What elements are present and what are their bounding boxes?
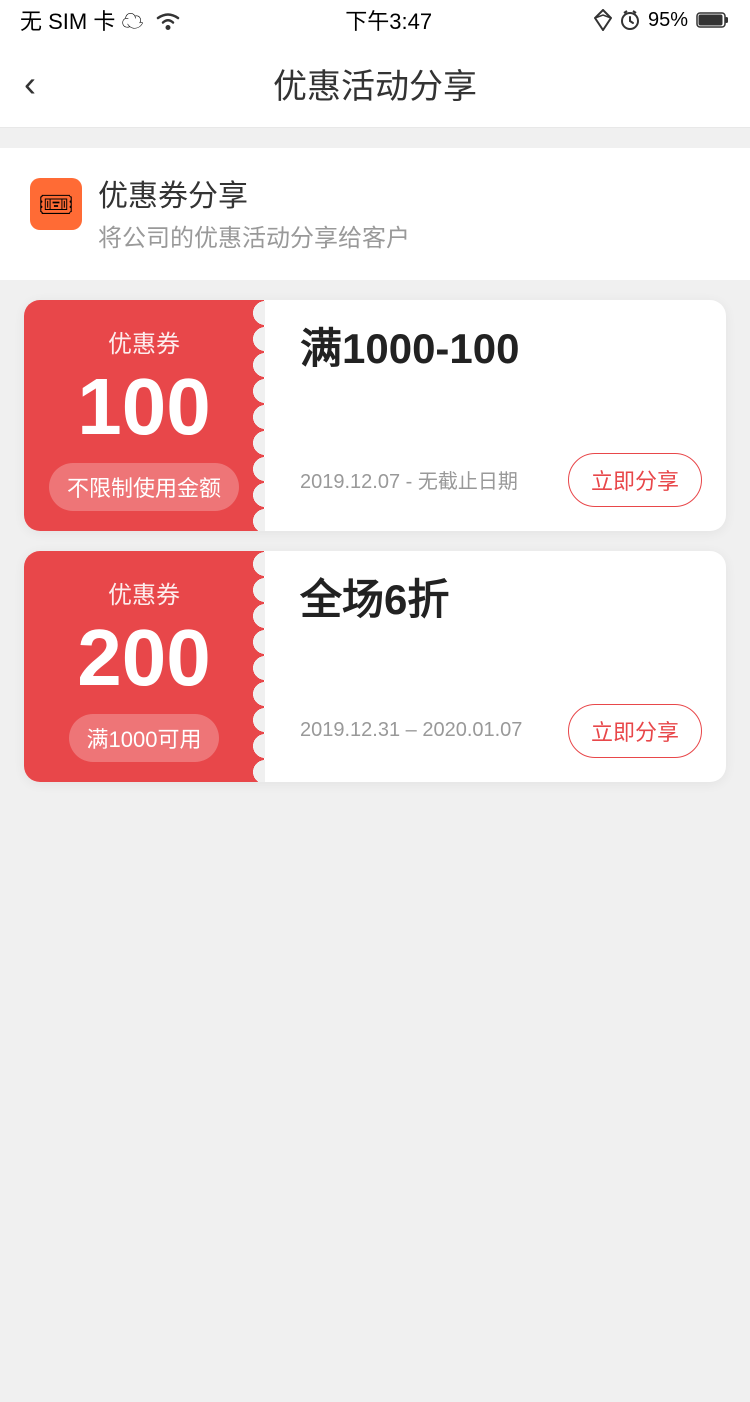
location-icon xyxy=(594,9,612,31)
section-text-block: 优惠券分享 将公司的优惠活动分享给客户 xyxy=(98,176,410,256)
battery-icon xyxy=(696,11,730,29)
status-left: 无 SIM 卡 ☁ xyxy=(20,4,183,36)
section-icon: 🎟 xyxy=(30,178,82,230)
coupon-date-1: 2019.12.07 - 无截止日期 xyxy=(300,465,518,494)
coupon-date-2: 2019.12.31 – 2020.01.07 xyxy=(300,719,522,742)
coupon-condition-2: 满1000可用 xyxy=(69,714,220,762)
sim-label: 无 SIM 卡 ☁ xyxy=(20,4,143,36)
coupon-right-2: 全场6折 2019.12.31 – 2020.01.07 立即分享 xyxy=(264,551,726,782)
share-button-2[interactable]: 立即分享 xyxy=(568,704,702,758)
coupon-meta-2: 2019.12.31 – 2020.01.07 立即分享 xyxy=(300,704,702,758)
coupon-meta-1: 2019.12.07 - 无截止日期 立即分享 xyxy=(300,453,702,507)
battery-text: 95% xyxy=(648,9,688,32)
coupon-type-2: 优惠券 xyxy=(108,575,180,610)
coupon-card-2: 优惠券 200 满1000可用 全场6折 2019.12.31 – 2020.0… xyxy=(24,551,726,782)
nav-title: 优惠活动分享 xyxy=(273,59,477,108)
coupon-name-1: 满1000-100 xyxy=(300,324,702,374)
section-subtitle: 将公司的优惠活动分享给客户 xyxy=(98,222,410,256)
coupons-list: 优惠券 100 不限制使用金额 满1000-100 2019.12.07 - 无… xyxy=(0,280,750,802)
status-bar: 无 SIM 卡 ☁ 下午3:47 95% xyxy=(0,0,750,40)
coupon-card-1: 优惠券 100 不限制使用金额 满1000-100 2019.12.07 - 无… xyxy=(24,300,726,531)
status-right: 95% xyxy=(594,9,730,32)
coupon-right-1: 满1000-100 2019.12.07 - 无截止日期 立即分享 xyxy=(264,300,726,531)
coupon-name-2: 全场6折 xyxy=(300,575,702,625)
coupon-amount-2: 200 xyxy=(77,618,210,698)
wifi-icon xyxy=(153,9,183,31)
share-button-1[interactable]: 立即分享 xyxy=(568,453,702,507)
section-header: 🎟 优惠券分享 将公司的优惠活动分享给客户 xyxy=(0,148,750,280)
coupon-amount-1: 100 xyxy=(77,367,210,447)
section-icon-emoji: 🎟 xyxy=(38,188,74,221)
nav-bar: ‹ 优惠活动分享 xyxy=(0,40,750,128)
status-time: 下午3:47 xyxy=(345,4,432,36)
alarm-icon xyxy=(620,9,640,31)
section-title: 优惠券分享 xyxy=(98,176,410,218)
coupon-left-1: 优惠券 100 不限制使用金额 xyxy=(24,300,264,531)
bottom-space xyxy=(0,802,750,1402)
back-button[interactable]: ‹ xyxy=(24,63,36,105)
coupon-type-1: 优惠券 xyxy=(108,324,180,359)
coupon-condition-1: 不限制使用金额 xyxy=(49,463,239,511)
coupon-left-2: 优惠券 200 满1000可用 xyxy=(24,551,264,782)
